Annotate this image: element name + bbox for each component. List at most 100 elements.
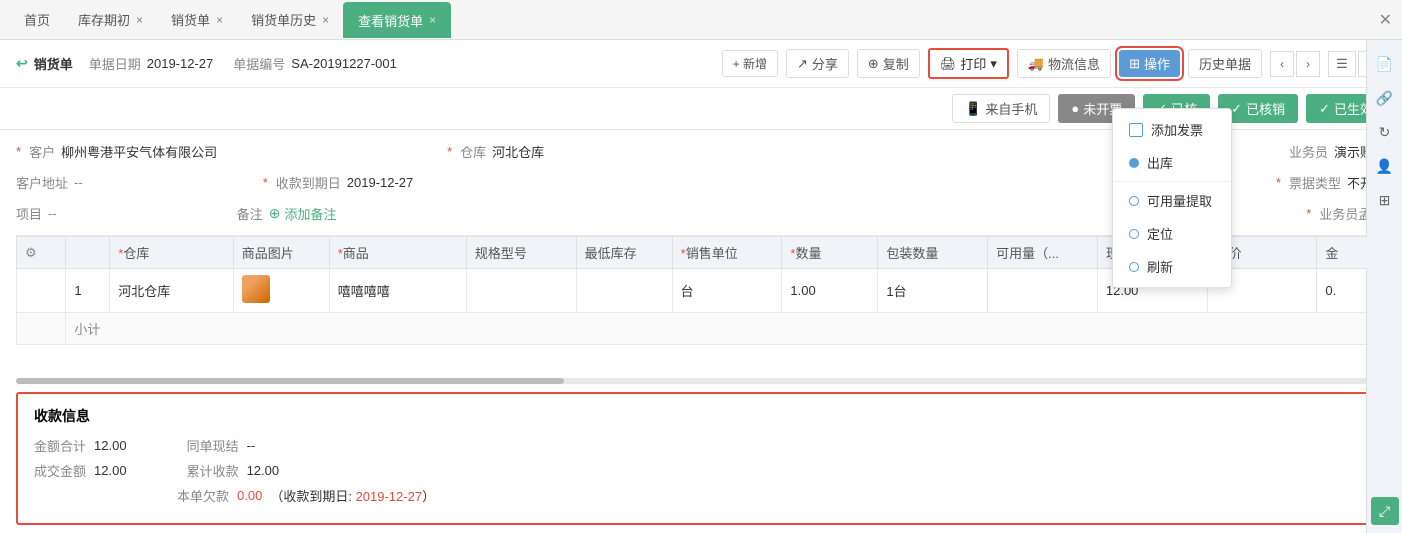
dropdown-refresh[interactable]: 刷新	[1113, 250, 1231, 283]
bottom-panel-row-3: 本单欠款 0.00 （收款到期日: 2019-12-27）	[34, 486, 1368, 505]
customer-required-mark: *	[16, 144, 21, 159]
col-product-img: 商品图片	[233, 237, 329, 269]
add-button[interactable]: + 新增	[722, 50, 778, 77]
print-icon: 🖨	[940, 56, 957, 72]
horizontal-scrollbar[interactable]	[16, 378, 1386, 384]
add-note-button[interactable]: ⊕ 添加备注	[269, 204, 337, 223]
sidebar-document-icon[interactable]: 📄	[1371, 50, 1399, 78]
add-note-icon: ⊕	[269, 205, 281, 222]
locate-label: 定位	[1147, 224, 1173, 243]
project-field: 项目 --	[16, 204, 57, 223]
dropdown-outbound[interactable]: 出库	[1113, 146, 1231, 179]
total-amount-field: 金额合计 12.00	[34, 436, 127, 455]
tab-sales-history[interactable]: 销货单历史 ×	[237, 2, 343, 38]
tab-home[interactable]: 首页	[10, 2, 64, 38]
col-product: *商品	[329, 237, 466, 269]
copy-button[interactable]: ⊕ 复制	[857, 49, 920, 78]
tab-sales-history-close[interactable]: ×	[322, 13, 329, 27]
logistics-button[interactable]: 🚚 物流信息	[1017, 49, 1111, 78]
deal-amount-label: 成交金额	[34, 461, 86, 480]
total-amount-value: 12.00	[94, 438, 127, 453]
add-invoice-label: 添加发票	[1151, 120, 1203, 139]
tab-inventory-init[interactable]: 库存期初 ×	[64, 2, 157, 38]
employee-label: 业务员	[1289, 142, 1328, 161]
copy-icon: ⊕	[868, 56, 879, 72]
col-spec: 规格型号	[466, 237, 576, 269]
doc-number-value: SA-20191227-001	[291, 56, 397, 71]
scrollbar-thumb[interactable]	[16, 378, 564, 384]
tab-sales-history-label: 销货单历史	[251, 10, 316, 29]
row-unit: 台	[672, 269, 782, 313]
row-product-img	[233, 269, 329, 313]
locate-icon	[1129, 229, 1139, 239]
cancelled-label: 已核销	[1246, 99, 1285, 118]
row-warehouse: 河北仓库	[110, 269, 233, 313]
tab-sales-order[interactable]: 销货单 ×	[157, 2, 237, 38]
row-pkg-qty: 1台	[878, 269, 988, 313]
cancelled-icon: ✓	[1231, 101, 1242, 117]
warehouse-label: 仓库	[460, 142, 486, 161]
col-settings[interactable]: ⚙	[17, 237, 66, 269]
dropdown-add-invoice[interactable]: 添加发票	[1113, 113, 1231, 146]
print-label: 打印	[960, 54, 986, 73]
col-pkg-qty: 包装数量	[878, 237, 988, 269]
dropdown-available-qty[interactable]: 可用量提取	[1113, 184, 1231, 217]
due-date-required-mark: *	[263, 175, 268, 190]
from-phone-label: 来自手机	[985, 99, 1037, 118]
tab-home-label: 首页	[24, 10, 50, 29]
row-qty: 1.00	[782, 269, 878, 313]
sidebar-refresh-icon[interactable]: ↻	[1371, 118, 1399, 146]
due-date-field: * 收款到期日 2019-12-27	[263, 173, 414, 192]
right-sidebar: 📄 🔗 ↻ 👤 ⊞ ⤢	[1366, 40, 1402, 533]
row-settings	[17, 269, 66, 313]
sidebar-person-icon[interactable]: 👤	[1371, 152, 1399, 180]
due-date-value[interactable]: 2019-12-27	[347, 175, 414, 190]
share-label: 分享	[812, 54, 838, 73]
from-phone-button[interactable]: 📱 来自手机	[952, 94, 1050, 123]
cumulative-receipt-field: 累计收款 12.00	[187, 461, 280, 480]
next-button[interactable]: ›	[1296, 51, 1320, 77]
add-note-label: 添加备注	[284, 204, 336, 223]
subtotal-row: 小计	[17, 313, 1386, 345]
doc-date-value: 2019-12-27	[147, 56, 214, 71]
print-button[interactable]: 🖨 打印 ▾	[928, 48, 1009, 79]
col-warehouse: *仓库	[110, 237, 233, 269]
tab-check-sales-close[interactable]: ×	[429, 13, 436, 27]
bottom-panel-row-2: 成交金额 12.00 累计收款 12.00	[34, 461, 1368, 480]
row-min-stock	[576, 269, 672, 313]
doc-date-field: 单据日期 2019-12-27	[89, 54, 214, 73]
cumulative-receipt-label: 累计收款	[187, 461, 239, 480]
row-available	[988, 269, 1098, 313]
warehouse-value[interactable]: 河北仓库	[492, 142, 544, 161]
customer-value[interactable]: 柳州粤港平安气体有限公司	[61, 142, 217, 161]
tab-check-sales[interactable]: 查看销货单 ×	[343, 2, 451, 38]
col-min-stock: 最低库存	[576, 237, 672, 269]
overdue-due-date: （收款到期日: 2019-12-27）	[270, 486, 435, 505]
share-button[interactable]: ↗ 分享	[786, 49, 849, 78]
dropdown-locate[interactable]: 定位	[1113, 217, 1231, 250]
sidebar-grid-icon[interactable]: ⊞	[1371, 186, 1399, 214]
bottom-panel-title: 收款信息	[34, 406, 1368, 426]
window-close-button[interactable]: ✕	[1379, 10, 1392, 30]
refresh-icon	[1129, 262, 1139, 272]
list-view-button[interactable]: ☰	[1328, 51, 1356, 77]
prev-button[interactable]: ‹	[1270, 51, 1294, 77]
salesperson-label: 业务员孟	[1319, 204, 1371, 223]
project-label: 项目	[16, 204, 42, 223]
history-button[interactable]: 历史单据	[1188, 49, 1262, 78]
overdue-value: 0.00	[237, 488, 262, 503]
tab-sales-order-close[interactable]: ×	[216, 13, 223, 27]
history-label: 历史单据	[1199, 54, 1251, 73]
doc-title: ↩ 销货单	[16, 54, 73, 73]
same-order-settle-field: 同单现结 --	[187, 436, 256, 455]
cumulative-receipt-value: 12.00	[247, 463, 280, 478]
operations-icon: ⊞	[1129, 56, 1140, 72]
sidebar-expand-icon[interactable]: ⤢	[1371, 497, 1399, 525]
doc-title-text: 销货单	[34, 54, 73, 73]
refresh-label: 刷新	[1147, 257, 1173, 276]
tab-inventory-init-label: 库存期初	[78, 10, 130, 29]
row-seq: 1	[66, 269, 110, 313]
sidebar-link-icon[interactable]: 🔗	[1371, 84, 1399, 112]
operations-button[interactable]: ⊞ 操作	[1119, 50, 1180, 77]
tab-inventory-init-close[interactable]: ×	[136, 13, 143, 27]
